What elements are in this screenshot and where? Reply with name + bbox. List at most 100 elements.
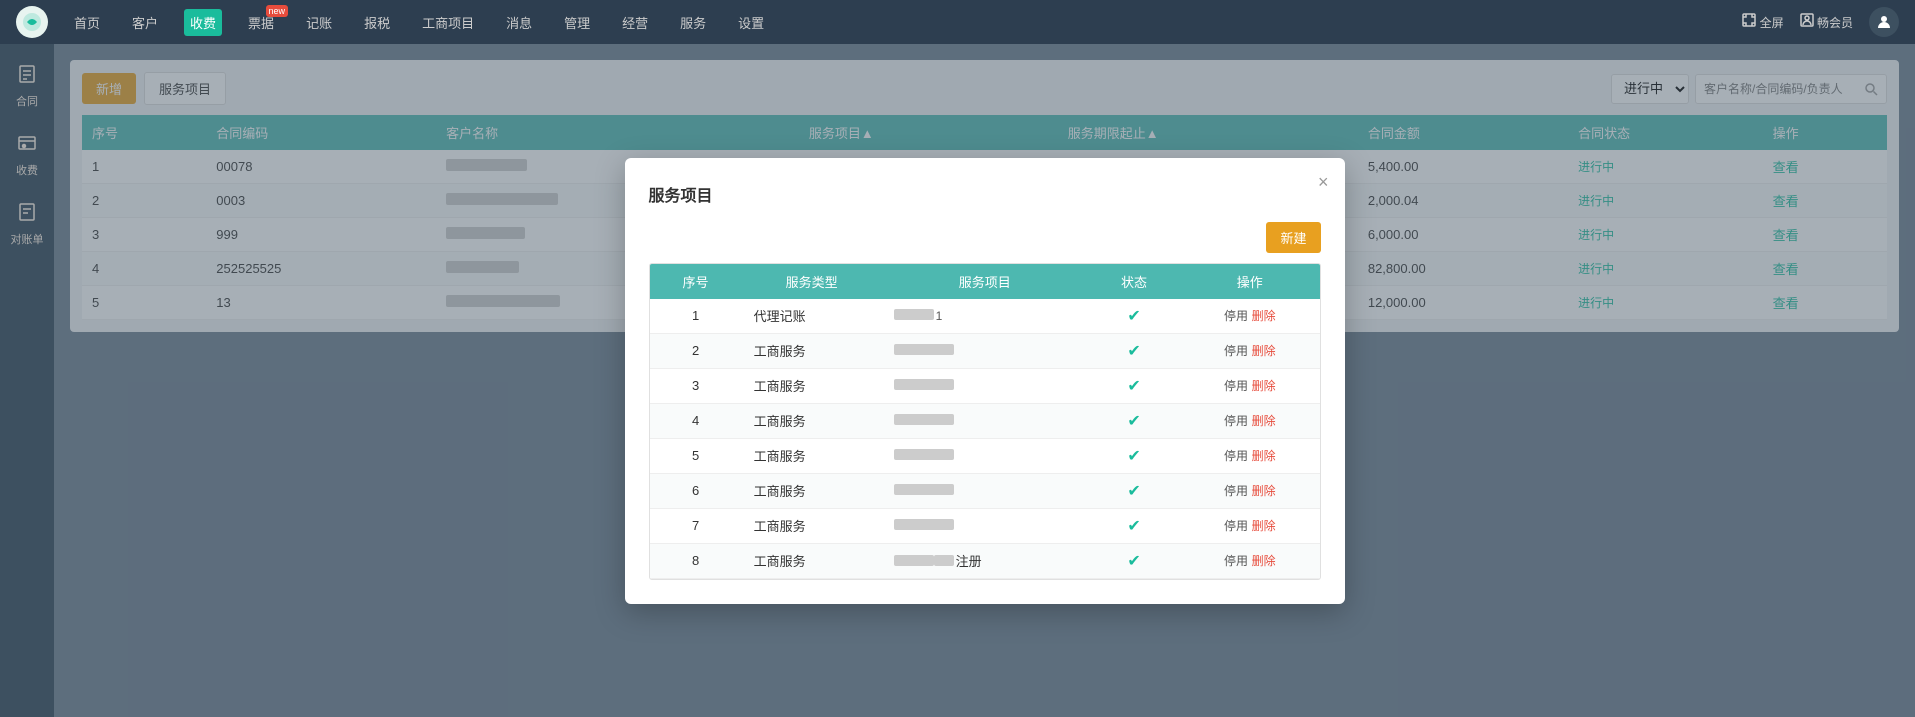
modal-cell-seq: 1	[650, 299, 742, 334]
nav-customer[interactable]: 客户	[126, 9, 164, 36]
delete-button[interactable]: 删除	[1252, 342, 1276, 359]
stop-button[interactable]: 停用	[1224, 342, 1248, 359]
modal-toolbar: 新建	[649, 222, 1321, 253]
nav-message[interactable]: 消息	[500, 9, 538, 36]
delete-button[interactable]: 删除	[1252, 482, 1276, 499]
modal-cell-ops: 停用 删除	[1180, 543, 1319, 578]
delete-button[interactable]: 删除	[1252, 377, 1276, 394]
modal-cell-type: 工商服务	[742, 543, 882, 578]
modal-cell-seq: 2	[650, 333, 742, 368]
nav-billing[interactable]: 收费	[184, 9, 222, 36]
modal-col-seq: 序号	[650, 264, 742, 299]
modal-cell-type: 代理记账	[742, 299, 882, 334]
modal-cell-status: ✔	[1088, 368, 1180, 403]
modal-new-button[interactable]: 新建	[1266, 222, 1320, 253]
modal-cell-seq: 7	[650, 508, 742, 543]
nav-bookkeeping[interactable]: 记账	[300, 9, 338, 36]
sidebar: 合同 收费 对账单	[0, 44, 54, 717]
modal-cell-ops: 停用 删除	[1180, 403, 1319, 438]
modal-cell-type: 工商服务	[742, 403, 882, 438]
modal-cell-seq: 8	[650, 543, 742, 578]
modal-cell-ops: 停用 删除	[1180, 368, 1319, 403]
stop-button[interactable]: 停用	[1224, 447, 1248, 464]
modal-cell-status: ✔	[1088, 299, 1180, 334]
nav-invoice[interactable]: 票据 new	[242, 9, 280, 36]
modal-col-type: 服务类型	[742, 264, 882, 299]
delete-button[interactable]: 删除	[1252, 447, 1276, 464]
stop-button[interactable]: 停用	[1224, 412, 1248, 429]
stop-button[interactable]: 停用	[1224, 552, 1248, 569]
modal-table-row: 7 工商服务 ✔ 停用 删除	[650, 508, 1320, 543]
sidebar-item-contract[interactable]: 合同	[0, 54, 54, 119]
modal-col-ops: 操作	[1180, 264, 1319, 299]
delete-button[interactable]: 删除	[1252, 412, 1276, 429]
modal-cell-ops: 停用 删除	[1180, 438, 1319, 473]
modal-cell-item	[882, 473, 1088, 508]
new-badge: new	[266, 5, 289, 17]
modal-table-row: 3 工商服务 ✔ 停用 删除	[650, 368, 1320, 403]
modal-cell-status: ✔	[1088, 508, 1180, 543]
delete-button[interactable]: 删除	[1252, 307, 1276, 324]
stop-button[interactable]: 停用	[1224, 482, 1248, 499]
modal-cell-item	[882, 508, 1088, 543]
modal-cell-status: ✔	[1088, 333, 1180, 368]
sidebar-label-billing: 收费	[16, 162, 38, 178]
modal-cell-status: ✔	[1088, 403, 1180, 438]
service-item-modal: × 服务项目 新建 序号 服务类型 服务项目 状态 操作	[625, 158, 1345, 604]
modal-col-status: 状态	[1088, 264, 1180, 299]
stop-button[interactable]: 停用	[1224, 377, 1248, 394]
delete-button[interactable]: 删除	[1252, 552, 1276, 569]
main-content: 新增 服务项目 进行中 序号 合同编码	[54, 44, 1915, 717]
modal-cell-ops: 停用 删除	[1180, 333, 1319, 368]
contract-icon	[17, 64, 37, 89]
modal-cell-seq: 4	[650, 403, 742, 438]
fullscreen-btn[interactable]: 全屏	[1742, 13, 1783, 31]
nav-home[interactable]: 首页	[68, 9, 106, 36]
stop-button[interactable]: 停用	[1224, 307, 1248, 324]
modal-overlay: × 服务项目 新建 序号 服务类型 服务项目 状态 操作	[54, 44, 1915, 717]
reconcile-icon	[17, 202, 37, 227]
modal-cell-status: ✔	[1088, 438, 1180, 473]
modal-cell-type: 工商服务	[742, 368, 882, 403]
modal-col-item: 服务项目	[882, 264, 1088, 299]
nav-service[interactable]: 服务	[674, 9, 712, 36]
modal-cell-item	[882, 368, 1088, 403]
modal-title: 服务项目	[649, 182, 1321, 206]
top-navigation: 首页 客户 收费 票据 new 记账 报税 工商项目 消息 管理 经营 服务 设…	[0, 0, 1915, 44]
modal-cell-seq: 6	[650, 473, 742, 508]
main-layout: 合同 收费 对账单 新增 服务项目 进行中	[0, 44, 1915, 717]
sidebar-label-reconcile: 对账单	[11, 231, 44, 247]
modal-table-row: 2 工商服务 ✔ 停用 删除	[650, 333, 1320, 368]
nav-operation[interactable]: 经营	[616, 9, 654, 36]
modal-cell-item: 注册	[882, 543, 1088, 578]
modal-cell-seq: 3	[650, 368, 742, 403]
nav-business[interactable]: 工商项目	[416, 9, 480, 36]
stop-button[interactable]: 停用	[1224, 517, 1248, 534]
modal-cell-type: 工商服务	[742, 333, 882, 368]
modal-close-button[interactable]: ×	[1318, 172, 1329, 193]
delete-button[interactable]: 删除	[1252, 517, 1276, 534]
sidebar-item-reconcile[interactable]: 对账单	[0, 192, 54, 257]
modal-table-row: 5 工商服务 ✔ 停用 删除	[650, 438, 1320, 473]
modal-cell-item	[882, 333, 1088, 368]
modal-cell-item	[882, 438, 1088, 473]
billing-icon	[17, 133, 37, 158]
modal-service-table: 序号 服务类型 服务项目 状态 操作 1 代理记账 1 ✔ 停用 删除 2 工商…	[650, 264, 1320, 579]
modal-table-row: 1 代理记账 1 ✔ 停用 删除	[650, 299, 1320, 334]
modal-table-row: 6 工商服务 ✔ 停用 删除	[650, 473, 1320, 508]
user-avatar[interactable]	[1869, 7, 1899, 37]
modal-cell-item: 1	[882, 299, 1088, 334]
modal-cell-status: ✔	[1088, 543, 1180, 578]
modal-cell-status: ✔	[1088, 473, 1180, 508]
modal-cell-seq: 5	[650, 438, 742, 473]
modal-table-wrap[interactable]: 序号 服务类型 服务项目 状态 操作 1 代理记账 1 ✔ 停用 删除 2 工商…	[649, 263, 1321, 580]
nav-tax[interactable]: 报税	[358, 9, 396, 36]
logo	[16, 6, 48, 38]
modal-table-row: 4 工商服务 ✔ 停用 删除	[650, 403, 1320, 438]
member-btn[interactable]: 畅会员	[1800, 13, 1853, 31]
sidebar-label-contract: 合同	[16, 93, 38, 109]
sidebar-item-billing[interactable]: 收费	[0, 123, 54, 188]
modal-cell-ops: 停用 删除	[1180, 299, 1319, 334]
nav-manage[interactable]: 管理	[558, 9, 596, 36]
nav-settings[interactable]: 设置	[732, 9, 770, 36]
